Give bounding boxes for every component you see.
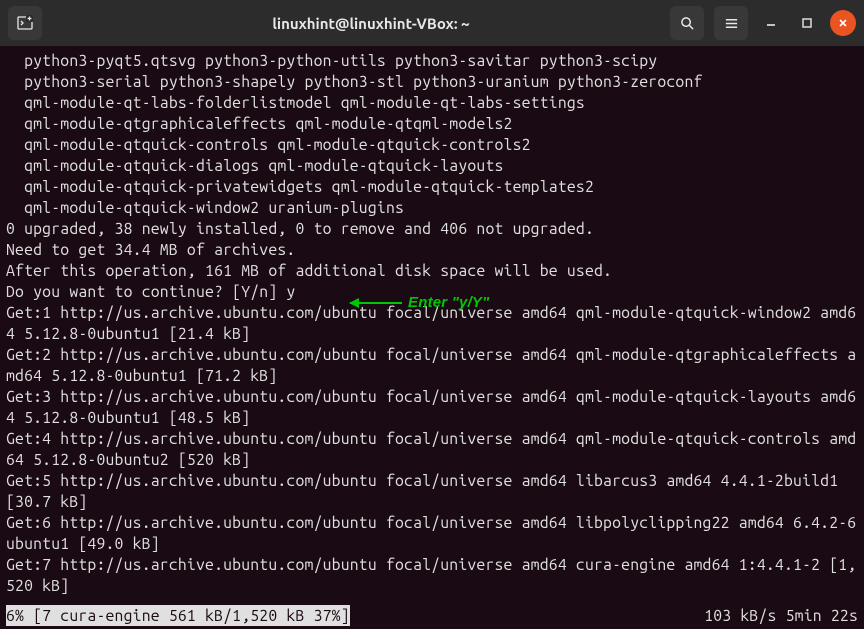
annotation-text: Enter "y/Y" bbox=[408, 292, 489, 313]
download-speed-eta: 103 kB/s 5min 22s bbox=[704, 605, 858, 626]
progress-percentage: 6% [7 cura-engine 561 kB/1,520 kB 37%] bbox=[6, 605, 350, 626]
menu-button[interactable] bbox=[714, 6, 748, 40]
download-progress: Get:1 http://us.archive.ubuntu.com/ubunt… bbox=[6, 303, 856, 594]
window-title: linuxhint@linuxhint-VBox: ~ bbox=[50, 15, 662, 32]
upgrade-summary: 0 upgraded, 38 newly installed, 0 to rem… bbox=[6, 219, 612, 279]
arrow-icon bbox=[350, 302, 402, 304]
search-button[interactable] bbox=[670, 6, 704, 40]
annotation-overlay: Enter "y/Y" bbox=[350, 292, 489, 313]
titlebar: linuxhint@linuxhint-VBox: ~ bbox=[0, 0, 864, 46]
search-icon bbox=[680, 16, 695, 31]
package-list: python3-pyqt5.qtsvg python3-python-utils… bbox=[6, 51, 703, 216]
maximize-button[interactable] bbox=[794, 10, 820, 36]
close-button[interactable] bbox=[830, 10, 856, 36]
hamburger-icon bbox=[724, 16, 739, 31]
maximize-icon bbox=[801, 17, 813, 29]
continue-prompt: Do you want to continue? [Y/n] y bbox=[6, 282, 295, 300]
progress-status-line: 6% [7 cura-engine 561 kB/1,520 kB 37%] 1… bbox=[6, 605, 858, 626]
minimize-button[interactable] bbox=[758, 10, 784, 36]
terminal-icon bbox=[17, 15, 33, 31]
minimize-icon bbox=[765, 17, 777, 29]
terminal-output[interactable]: python3-pyqt5.qtsvg python3-python-utils… bbox=[0, 46, 864, 629]
new-tab-button[interactable] bbox=[8, 6, 42, 40]
close-icon bbox=[837, 17, 849, 29]
